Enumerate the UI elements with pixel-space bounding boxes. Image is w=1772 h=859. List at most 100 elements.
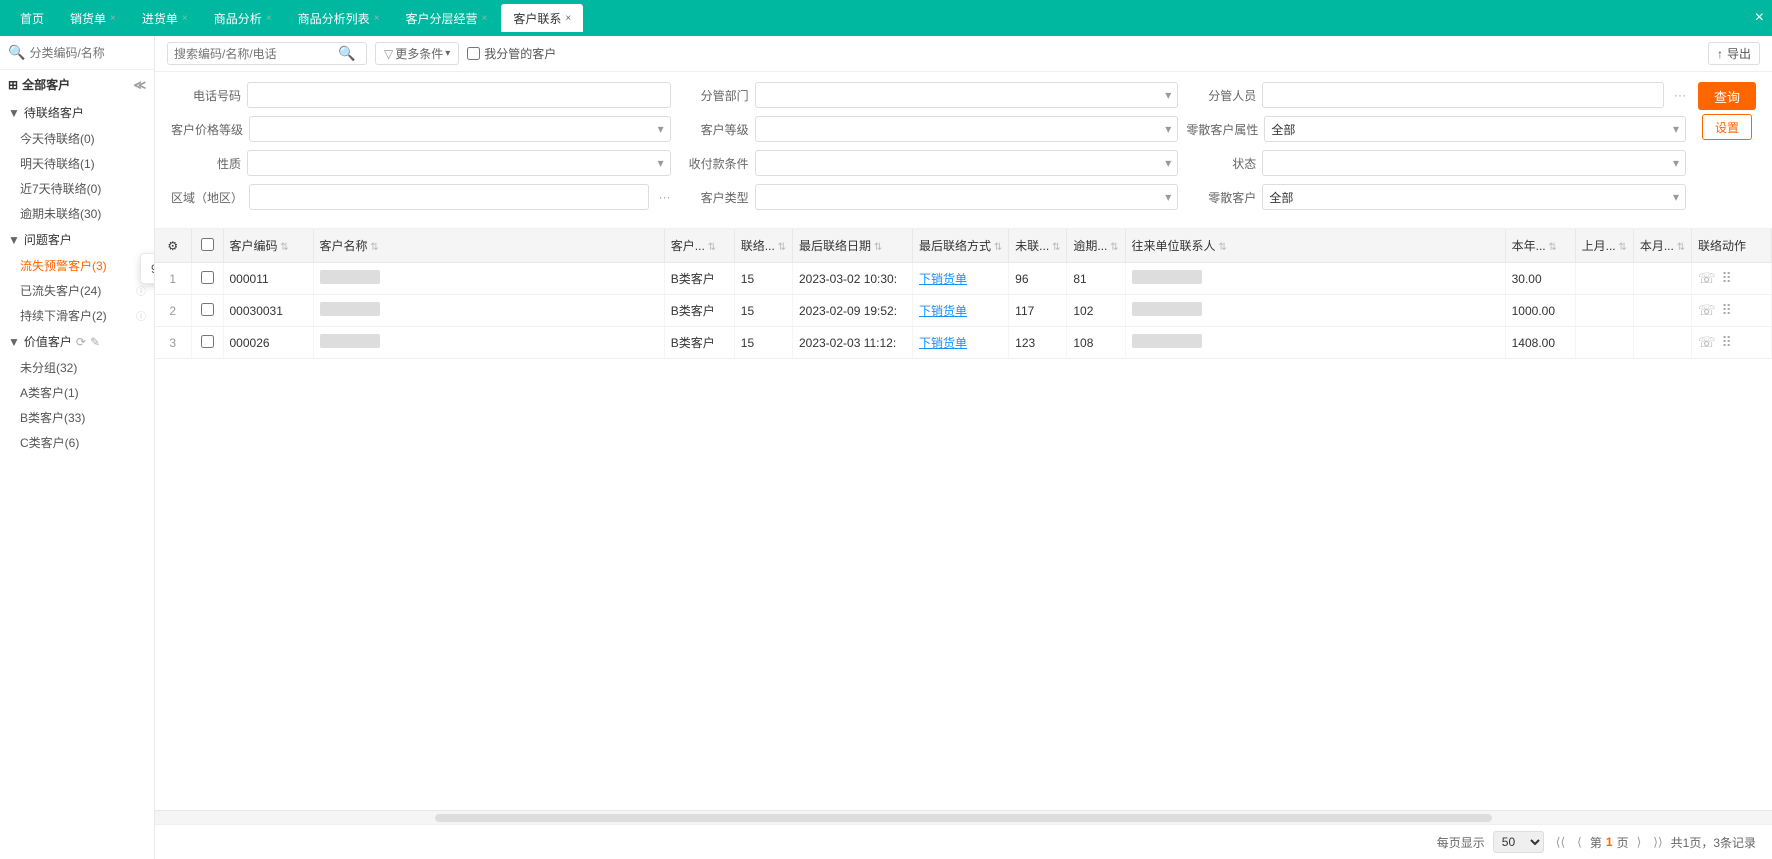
sidebar-search-input[interactable] (29, 46, 155, 60)
cell-way[interactable]: 下销货单 (912, 263, 1008, 295)
th-lastmonth[interactable]: 上月... (1575, 229, 1633, 263)
tab-purchase[interactable]: 进货单 × (130, 4, 200, 32)
more-conditions-btn[interactable]: ▽ 更多条件 ▾ (375, 42, 459, 65)
more-action-icon[interactable]: ⠿ (1722, 302, 1732, 319)
th-check[interactable] (191, 229, 223, 263)
cell-thismonth (1633, 263, 1691, 295)
page-size-select[interactable]: 50 100 (1493, 831, 1544, 853)
toolbar: 🔍 ▽ 更多条件 ▾ 我分管的客户 ↑ 导出 (155, 36, 1772, 72)
scattered-select[interactable]: 全部 ▾ (1262, 184, 1686, 210)
sidebar-item-churn-warning[interactable]: 流失预警客户(3) ● 90天未交易的客户，可能有流失风险。 (0, 253, 154, 278)
manager-select[interactable] (1262, 82, 1664, 108)
first-page-btn[interactable]: ⟨⟨ (1552, 834, 1569, 850)
more-conditions-label: 更多条件 (395, 45, 443, 62)
table-row: 2 00030031 B类客户 15 2023-02-09 19:52: 下销货… (155, 295, 1772, 327)
sidebar-item-b-class[interactable]: B类客户(33) (0, 405, 154, 430)
my-customers-checkbox-wrap[interactable]: 我分管的客户 (467, 45, 556, 62)
close-purchase-icon[interactable]: × (182, 13, 188, 24)
sidebar-item-declining[interactable]: 持续下滑客户(2) ⓘ (0, 303, 154, 328)
contact-action-icon[interactable]: ☏ (1698, 302, 1716, 319)
th-date[interactable]: 最后联络日期 (792, 229, 912, 263)
th-person[interactable]: 往来单位联系人 (1125, 229, 1505, 263)
sidebar-item-ungrouped[interactable]: 未分组(32) (0, 355, 154, 380)
customer-contact-label: 客户联系 (513, 10, 561, 27)
th-name[interactable]: 客户名称 (313, 229, 664, 263)
th-type[interactable]: 客户... (664, 229, 734, 263)
search-input[interactable] (174, 47, 334, 61)
price-level-select[interactable]: ▾ (249, 116, 671, 142)
th-contact[interactable]: 联络... (734, 229, 792, 263)
page-unit-label: 页 (1617, 834, 1629, 851)
edit-icon[interactable]: ✎ (90, 335, 100, 349)
sidebar-all-customers[interactable]: ⊞ 全部客户 ≪ (0, 70, 154, 99)
tab-goods-list[interactable]: 商品分析列表 × (286, 4, 392, 32)
horizontal-scrollbar[interactable] (155, 810, 1772, 824)
customer-type-select[interactable]: ▾ (755, 184, 1179, 210)
tab-sales[interactable]: 销货单 × (58, 4, 128, 32)
th-way[interactable]: 最后联络方式 (912, 229, 1008, 263)
query-button[interactable]: 查询 (1698, 82, 1756, 110)
row-checkbox-0[interactable] (201, 271, 214, 284)
row-checkbox-2[interactable] (201, 335, 214, 348)
cell-thisyear: 30.00 (1505, 263, 1575, 295)
more-action-icon[interactable]: ⠿ (1722, 270, 1732, 287)
cell-way[interactable]: 下销货单 (912, 327, 1008, 359)
tab-home[interactable]: 首页 (8, 4, 56, 32)
my-customers-checkbox[interactable] (467, 47, 480, 60)
region-more-icon[interactable]: ··· (659, 190, 671, 204)
settings-button[interactable]: 设置 (1702, 114, 1752, 140)
close-sales-icon[interactable]: × (110, 13, 116, 24)
sidebar-item-today[interactable]: 今天待联络(0) (0, 126, 154, 151)
scrollbar-track[interactable] (435, 814, 1492, 822)
contact-action-icon[interactable]: ☏ (1698, 270, 1716, 287)
region-input[interactable] (249, 184, 649, 210)
last-page-btn[interactable]: ⟩⟩ (1649, 834, 1666, 850)
cell-check[interactable] (191, 295, 223, 327)
nature-select[interactable]: ▾ (247, 150, 671, 176)
select-all-checkbox[interactable] (201, 238, 214, 251)
phone-input[interactable] (247, 82, 671, 108)
scattered-attr-select[interactable]: 全部 ▾ (1264, 116, 1686, 142)
th-thismonth[interactable]: 本月... (1633, 229, 1691, 263)
dept-select[interactable]: ▾ (755, 82, 1179, 108)
th-uncontact[interactable]: 未联... (1009, 229, 1067, 263)
more-action-icon[interactable]: ⠿ (1722, 334, 1732, 351)
cell-way[interactable]: 下销货单 (912, 295, 1008, 327)
group-pending-header[interactable]: ▼ 待联络客户 (0, 99, 154, 126)
cell-check[interactable] (191, 263, 223, 295)
manager-more-icon[interactable]: ··· (1674, 88, 1686, 102)
sidebar-item-tomorrow[interactable]: 明天待联络(1) (0, 151, 154, 176)
close-customer-layer-icon[interactable]: × (481, 13, 487, 24)
sidebar-item-7days[interactable]: 近7天待联络(0) (0, 176, 154, 201)
close-goods-list-icon[interactable]: × (374, 13, 380, 24)
tab-goods-analysis[interactable]: 商品分析 × (202, 4, 284, 32)
th-thisyear[interactable]: 本年... (1505, 229, 1575, 263)
group-value-header[interactable]: ▼ 价值客户 ⟳ ✎ (0, 328, 154, 355)
refresh-icon[interactable]: ⟳ (76, 335, 86, 349)
collapse-icon[interactable]: ≪ (133, 78, 146, 92)
tab-customer-contact[interactable]: 客户联系 × (501, 4, 583, 32)
th-settings[interactable]: ⚙ (155, 229, 191, 263)
sidebar-item-churned[interactable]: 已流失客户(24) ⓘ (0, 278, 154, 303)
customer-level-select[interactable]: ▾ (755, 116, 1179, 142)
prev-page-btn[interactable]: ⟨ (1573, 834, 1586, 850)
close-all-btn[interactable]: × (1755, 9, 1764, 27)
contact-action-icon[interactable]: ☏ (1698, 334, 1716, 351)
payment-select[interactable]: ▾ (755, 150, 1179, 176)
settings-gear-icon[interactable]: ⚙ (167, 239, 178, 253)
group-problem-header[interactable]: ▼ 问题客户 (0, 226, 154, 253)
sidebar-item-c-class[interactable]: C类客户(6) (0, 430, 154, 455)
tab-customer-layer[interactable]: 客户分层经营 × (393, 4, 499, 32)
sidebar-item-overdue[interactable]: 逾期未联络(30) (0, 201, 154, 226)
search-button[interactable]: 🔍 (338, 45, 355, 62)
close-customer-contact-icon[interactable]: × (565, 13, 571, 24)
sidebar-item-a-class[interactable]: A类客户(1) (0, 380, 154, 405)
status-select[interactable]: ▾ (1262, 150, 1686, 176)
th-overdue[interactable]: 逾期... (1067, 229, 1125, 263)
cell-check[interactable] (191, 327, 223, 359)
next-page-btn[interactable]: ⟩ (1633, 834, 1646, 850)
close-goods-analysis-icon[interactable]: × (266, 13, 272, 24)
export-btn[interactable]: ↑ 导出 (1708, 42, 1760, 65)
row-checkbox-1[interactable] (201, 303, 214, 316)
th-code[interactable]: 客户编码 (223, 229, 313, 263)
